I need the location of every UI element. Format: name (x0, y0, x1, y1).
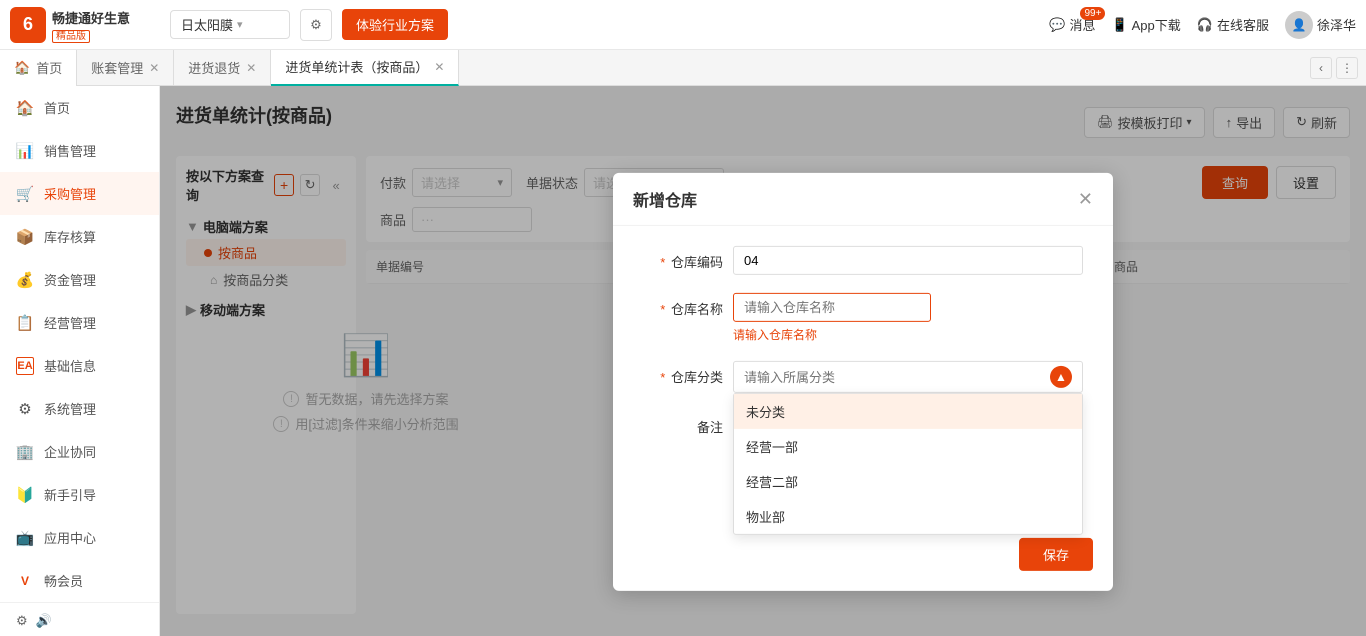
dropdown-option-ops1[interactable]: 经营一部 (734, 429, 1082, 464)
settings-bottom-icon[interactable]: ⚙ (16, 613, 28, 629)
sidebar-item-system[interactable]: ⚙ 系统管理 (0, 387, 159, 430)
finance-icon: 💰 (16, 271, 34, 289)
logo-text: 畅捷通好生意 精品版 (52, 8, 130, 42)
note-label: 备注 (643, 411, 723, 436)
category-label: * 仓库分类 (643, 361, 723, 386)
name-label: * 仓库名称 (643, 293, 723, 322)
warehouse-category-row: * 仓库分类 ▲ 未分类 经营一部 经营二部 物业部 (643, 361, 1083, 393)
sidebar-item-enterprise[interactable]: 🏢 企业协同 (0, 430, 159, 473)
top-header: 6 畅捷通好生意 精品版 日太阳膜 ▾ ⚙ 体验行业方案 💬 消息 99+ 📱 … (0, 0, 1366, 50)
sidebar-item-basic-info[interactable]: EA 基础信息 (0, 344, 159, 387)
tab-prev-button[interactable]: ‹ (1310, 57, 1332, 79)
tab-purchase-stat[interactable]: 进货单统计表（按商品） ✕ (271, 50, 459, 86)
tab-bar: 🏠 首页 账套管理 ✕ 进货退货 ✕ 进货单统计表（按商品） ✕ ‹ ⋮ (0, 50, 1366, 86)
name-error-wrap: 请输入仓库名称 (643, 326, 817, 343)
online-service-button[interactable]: 🎧 在线客服 (1197, 15, 1269, 34)
phone-icon: 📱 (1111, 17, 1127, 33)
message-icon: 💬 (1049, 17, 1065, 33)
dialog-body: * 仓库编码 * 仓库名称 请输入仓库名称 (613, 226, 1113, 528)
sidebar: 🏠 首页 📊 销售管理 🛒 采购管理 📦 库存核算 💰 资金管理 📋 经营管理 … (0, 86, 160, 636)
inventory-icon: 📦 (16, 228, 34, 246)
new-warehouse-dialog: 新增仓库 ✕ * 仓库编码 * 仓库名称 (613, 173, 1113, 591)
sidebar-item-operations[interactable]: 📋 经营管理 (0, 301, 159, 344)
basic-info-icon: EA (16, 357, 34, 375)
dialog-footer: 保存 (613, 528, 1113, 591)
sidebar-bottom: ⚙ 🔊 (0, 602, 159, 636)
store-name: 日太阳膜 (181, 15, 233, 34)
name-error-message: 请输入仓库名称 (733, 328, 817, 342)
tab-more-button[interactable]: ⋮ (1336, 57, 1358, 79)
main-layout: 🏠 首页 📊 销售管理 🛒 采购管理 📦 库存核算 💰 资金管理 📋 经营管理 … (0, 86, 1366, 636)
home-icon: 🏠 (14, 60, 30, 76)
category-dropdown[interactable]: ▲ 未分类 经营一部 经营二部 物业部 (733, 361, 1083, 393)
category-input[interactable] (744, 369, 1050, 384)
header-right: 💬 消息 99+ 📱 App下载 🎧 在线客服 👤 徐泽华 (1049, 11, 1356, 39)
system-icon: ⚙ (16, 400, 34, 418)
warehouse-code-input[interactable] (733, 246, 1083, 275)
tab-close-account[interactable]: ✕ (149, 61, 159, 75)
volume-icon[interactable]: 🔊 (36, 613, 52, 629)
content-area: 进货单统计(按商品) 🖨 按模板打印 ▾ ↑ 导出 ↻ 刷新 (160, 86, 1366, 636)
tab-account[interactable]: 账套管理 ✕ (77, 50, 174, 86)
category-dropdown-list: 未分类 经营一部 经营二部 物业部 (733, 393, 1083, 535)
tab-close-purchase-stat[interactable]: ✕ (434, 60, 444, 74)
sidebar-item-inventory[interactable]: 📦 库存核算 (0, 215, 159, 258)
settings-gear-button[interactable]: ⚙ (300, 9, 332, 41)
sidebar-item-vip[interactable]: V 畅会员 (0, 559, 159, 602)
save-button[interactable]: 保存 (1019, 538, 1093, 571)
notification-badge: 99+ (1080, 7, 1105, 20)
warehouse-code-row: * 仓库编码 (643, 246, 1083, 275)
gear-icon: ⚙ (310, 17, 322, 33)
home-icon: 🏠 (16, 99, 34, 117)
notification-button[interactable]: 💬 消息 99+ (1049, 15, 1095, 34)
sales-icon: 📊 (16, 142, 34, 160)
chevron-down-icon: ▾ (237, 18, 243, 31)
dropdown-option-ops2[interactable]: 经营二部 (734, 464, 1082, 499)
logo-area: 6 畅捷通好生意 精品版 (10, 7, 160, 43)
sidebar-item-home[interactable]: 🏠 首页 (0, 86, 159, 129)
enterprise-icon: 🏢 (16, 443, 34, 461)
dialog-close-button[interactable]: ✕ (1078, 188, 1093, 209)
headset-icon: 🎧 (1197, 17, 1213, 33)
tab-close-purchase-return[interactable]: ✕ (246, 61, 256, 75)
app-center-icon: 📺 (16, 529, 34, 547)
user-menu-button[interactable]: 👤 徐泽华 (1285, 11, 1356, 39)
dropdown-toggle-button[interactable]: ▲ (1050, 366, 1072, 388)
store-selector[interactable]: 日太阳膜 ▾ (170, 10, 290, 39)
warehouse-name-row: * 仓库名称 请输入仓库名称 (643, 293, 1083, 343)
app-download-button[interactable]: 📱 App下载 (1111, 15, 1180, 34)
trial-button[interactable]: 体验行业方案 (342, 9, 448, 40)
warehouse-name-input[interactable] (733, 293, 931, 322)
sidebar-item-guide[interactable]: 🔰 新手引导 (0, 473, 159, 516)
category-input-wrap[interactable]: ▲ (733, 361, 1083, 393)
sidebar-item-sales[interactable]: 📊 销售管理 (0, 129, 159, 172)
tab-purchase-return[interactable]: 进货退货 ✕ (174, 50, 271, 86)
logo-badge: 精品版 (52, 27, 130, 42)
purchase-icon: 🛒 (16, 185, 34, 203)
dropdown-option-uncategorized[interactable]: 未分类 (734, 394, 1082, 429)
app-logo-icon: 6 (10, 7, 46, 43)
guide-icon: 🔰 (16, 486, 34, 504)
dropdown-option-property[interactable]: 物业部 (734, 499, 1082, 534)
sidebar-item-finance[interactable]: 💰 资金管理 (0, 258, 159, 301)
dialog-header: 新增仓库 ✕ (613, 173, 1113, 226)
sidebar-item-purchase[interactable]: 🛒 采购管理 (0, 172, 159, 215)
avatar: 👤 (1285, 11, 1313, 39)
code-label: * 仓库编码 (643, 246, 723, 271)
sidebar-item-app-center[interactable]: 📺 应用中心 (0, 516, 159, 559)
person-icon: 👤 (1292, 18, 1307, 32)
tab-controls: ‹ ⋮ (1302, 57, 1366, 79)
dialog-title: 新增仓库 (633, 187, 697, 211)
vip-icon: V (16, 572, 34, 590)
tab-home[interactable]: 🏠 首页 (0, 50, 77, 86)
operations-icon: 📋 (16, 314, 34, 332)
